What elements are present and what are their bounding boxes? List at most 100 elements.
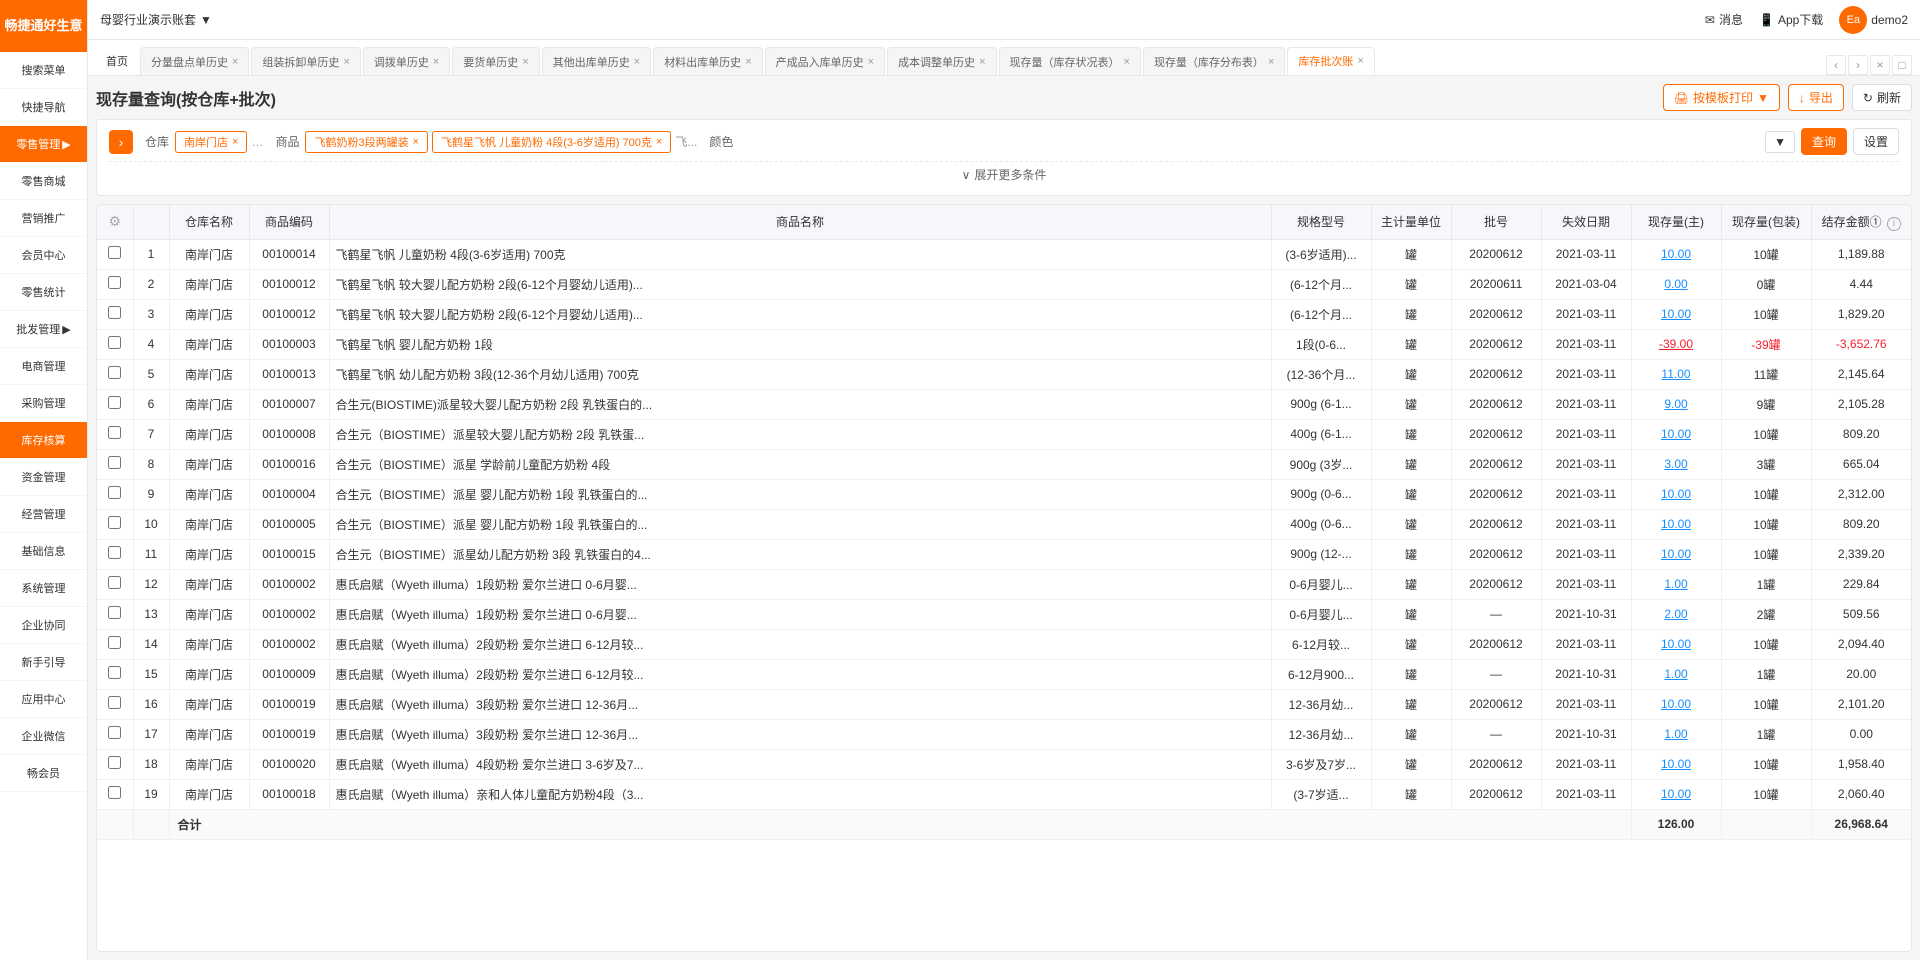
product-more[interactable]: 飞... [675, 133, 697, 150]
td-qty-main[interactable]: 10.00 [1631, 779, 1721, 809]
user-menu[interactable]: Ea demo2 [1839, 6, 1908, 34]
tab-close-1[interactable]: × [232, 56, 238, 68]
row-checkbox[interactable] [108, 306, 121, 319]
color-dropdown[interactable]: ▼ [1765, 131, 1795, 153]
table-container[interactable]: ⚙ 仓库名称 商品编码 商品名称 规格型号 主计量单位 批号 失效日期 现存量(… [97, 205, 1911, 951]
td-qty-main[interactable]: 10.00 [1631, 629, 1721, 659]
tab-scroll-right[interactable]: › [1848, 55, 1868, 75]
industry-selector[interactable]: 母婴行业演示账套 ▼ [100, 11, 212, 28]
row-checkbox[interactable] [108, 636, 121, 649]
tab-close-3[interactable]: × [433, 56, 439, 68]
print-btn[interactable]: 🖨 按模板打印 ▼ [1663, 84, 1780, 111]
tab-close-6[interactable]: × [745, 56, 751, 68]
sidebar-item-collab[interactable]: 企业协同 [0, 607, 87, 644]
row-checkbox[interactable] [108, 486, 121, 499]
td-qty-main[interactable]: 10.00 [1631, 539, 1721, 569]
tag-close-icon[interactable]: × [232, 136, 238, 148]
tab-stock-dist[interactable]: 现存量（库存分布表） × [1143, 47, 1285, 75]
refresh-btn[interactable]: ↻ 刷新 [1852, 84, 1912, 111]
sidebar-item-finance[interactable]: 资金管理 [0, 459, 87, 496]
sidebar-item-quicknav[interactable]: 快捷导航 [0, 89, 87, 126]
tab-close-4[interactable]: × [522, 56, 528, 68]
tag-close-icon-p2[interactable]: × [656, 136, 662, 148]
sidebar-item-retail-stats[interactable]: 零售统计 [0, 274, 87, 311]
tab-close-2[interactable]: × [343, 56, 349, 68]
tab-close-8[interactable]: × [979, 56, 985, 68]
td-qty-main[interactable]: 9.00 [1631, 389, 1721, 419]
td-qty-main[interactable]: 10.00 [1631, 479, 1721, 509]
td-qty-main[interactable]: 0.00 [1631, 269, 1721, 299]
sidebar-item-mall[interactable]: 零售商城 [0, 163, 87, 200]
td-qty-main[interactable]: 10.00 [1631, 299, 1721, 329]
td-qty-main[interactable]: 1.00 [1631, 659, 1721, 689]
td-qty-main[interactable]: 2.00 [1631, 599, 1721, 629]
row-checkbox[interactable] [108, 786, 121, 799]
tab-home[interactable]: 首页 [96, 47, 138, 75]
sidebar-item-marketing[interactable]: 营销推广 [0, 200, 87, 237]
tab-stock-status[interactable]: 现存量（库存状况表） × [999, 47, 1141, 75]
td-qty-main[interactable]: 3.00 [1631, 449, 1721, 479]
sidebar-item-search[interactable]: 搜索菜单 [0, 52, 87, 89]
sidebar-item-guide[interactable]: 新手引导 [0, 644, 87, 681]
tab-menu[interactable]: □ [1892, 55, 1912, 75]
row-checkbox[interactable] [108, 276, 121, 289]
tab-close-9[interactable]: × [1124, 56, 1130, 68]
export-btn[interactable]: ↓ 导出 [1788, 84, 1844, 111]
gear-icon[interactable]: ⚙ [108, 213, 121, 229]
sidebar-item-wholesale[interactable]: 批发管理 ▶ [0, 311, 87, 348]
row-checkbox[interactable] [108, 426, 121, 439]
td-qty-main[interactable]: 10.00 [1631, 419, 1721, 449]
row-checkbox[interactable] [108, 696, 121, 709]
tab-cost-adjust[interactable]: 成本调整单历史 × [887, 47, 996, 75]
sidebar-item-member[interactable]: 会员中心 [0, 237, 87, 274]
tab-assemble[interactable]: 组装拆卸单历史 × [251, 47, 360, 75]
row-checkbox[interactable] [108, 396, 121, 409]
tag-close-icon-p1[interactable]: × [413, 136, 419, 148]
td-qty-main[interactable]: 1.00 [1631, 569, 1721, 599]
sidebar-item-system[interactable]: 系统管理 [0, 570, 87, 607]
row-checkbox[interactable] [108, 576, 121, 589]
row-checkbox[interactable] [108, 666, 121, 679]
product-tag-2[interactable]: 飞鹤星飞帆 儿童奶粉 4段(3-6岁适用) 700克 × [432, 131, 671, 153]
sidebar-item-retail[interactable]: 零售管理 ▶ [0, 126, 87, 163]
row-checkbox[interactable] [108, 366, 121, 379]
row-checkbox[interactable] [108, 246, 121, 259]
td-qty-main[interactable]: -39.00 [1631, 329, 1721, 359]
row-checkbox[interactable] [108, 546, 121, 559]
row-checkbox[interactable] [108, 456, 121, 469]
row-checkbox[interactable] [108, 516, 121, 529]
sidebar-item-business[interactable]: 经营管理 [0, 496, 87, 533]
expand-conditions-btn[interactable]: ∨ 展开更多条件 [109, 161, 1899, 187]
sidebar-item-apps[interactable]: 应用中心 [0, 681, 87, 718]
tab-close-11[interactable]: × [1357, 55, 1363, 67]
tab-scroll-left[interactable]: ‹ [1826, 55, 1846, 75]
product-tag-1[interactable]: 飞鹤奶粉3段两罐装 × [305, 131, 428, 153]
tab-other-out[interactable]: 其他出库单历史 × [542, 47, 651, 75]
tab-product-in[interactable]: 产成品入库单历史 × [765, 47, 885, 75]
sidebar-item-inventory[interactable]: 库存核算 [0, 422, 87, 459]
app-download-btn[interactable]: 📱 App下载 [1759, 11, 1823, 28]
sidebar-item-vip[interactable]: 畅会员 [0, 755, 87, 792]
balance-info-icon[interactable]: i [1887, 217, 1901, 231]
tab-stocktake[interactable]: 分量盘点单历史 × [140, 47, 249, 75]
sidebar-item-basic[interactable]: 基础信息 [0, 533, 87, 570]
tab-batch-ledger[interactable]: 库存批次账 × [1287, 47, 1374, 75]
td-qty-main[interactable]: 10.00 [1631, 239, 1721, 269]
td-qty-main[interactable]: 1.00 [1631, 719, 1721, 749]
filter-toggle-btn[interactable]: › [109, 130, 133, 154]
td-qty-main[interactable]: 11.00 [1631, 359, 1721, 389]
row-checkbox[interactable] [108, 336, 121, 349]
sidebar-item-wechat[interactable]: 企业微信 [0, 718, 87, 755]
td-qty-main[interactable]: 10.00 [1631, 509, 1721, 539]
row-checkbox[interactable] [108, 726, 121, 739]
tab-close-current[interactable]: × [1870, 55, 1890, 75]
tab-close-10[interactable]: × [1268, 56, 1274, 68]
td-qty-main[interactable]: 10.00 [1631, 689, 1721, 719]
warehouse-tag-1[interactable]: 南岸门店 × [175, 131, 247, 153]
tab-requisition[interactable]: 要货单历史 × [452, 47, 539, 75]
sidebar-item-ecommerce[interactable]: 电商管理 [0, 348, 87, 385]
warehouse-more[interactable]: … [251, 135, 263, 149]
td-qty-main[interactable]: 10.00 [1631, 749, 1721, 779]
row-checkbox[interactable] [108, 606, 121, 619]
sidebar-item-purchase[interactable]: 采购管理 [0, 385, 87, 422]
